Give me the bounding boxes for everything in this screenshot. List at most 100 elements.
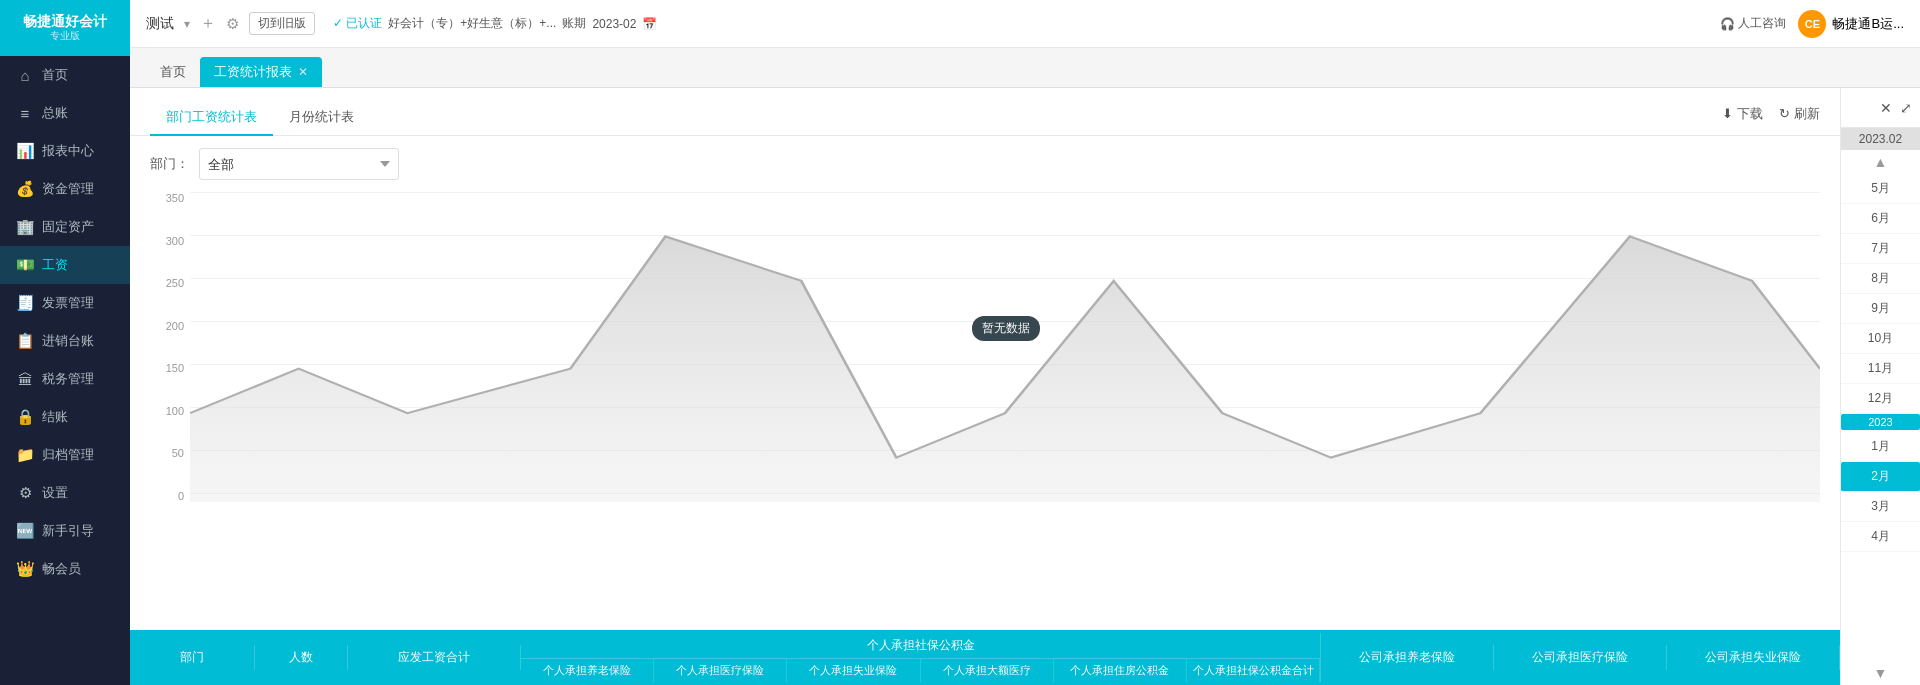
calendar-icon[interactable]: 📅: [642, 17, 657, 31]
help-button[interactable]: 🎧 人工咨询: [1720, 15, 1786, 32]
fixed-assets-icon: 🏢: [16, 218, 34, 236]
right-panel: ✕ ⤢ 2023.02 ▲ 5月 6月 7月: [1840, 88, 1920, 685]
sidebar-item-settings[interactable]: ⚙ 设置: [0, 474, 130, 512]
membership-icon: 👑: [16, 560, 34, 578]
sub-tab-dept-label: 部门工资统计表: [166, 109, 257, 124]
sidebar-item-invoice[interactable]: 🧾 发票管理: [0, 284, 130, 322]
col-company-medical: 公司承担医疗保险: [1494, 645, 1667, 670]
year-2023-label: 2023: [1868, 416, 1892, 428]
closing-icon: 🔒: [16, 408, 34, 426]
sidebar-item-closing[interactable]: 🔒 结账: [0, 398, 130, 436]
download-button[interactable]: ⬇ 下载: [1722, 105, 1763, 123]
sidebar-item-guide[interactable]: 🆕 新手引导: [0, 512, 130, 550]
sub-tabs-left: 部门工资统计表 月份统计表: [150, 100, 370, 135]
group-col-pension: 个人承担养老保险: [521, 659, 654, 682]
period-value: 2023-02: [592, 17, 636, 31]
user-menu[interactable]: CE 畅捷通B运...: [1798, 10, 1904, 38]
sidebar-label-archive: 归档管理: [42, 446, 94, 464]
year-display: 2023.02: [1841, 128, 1920, 150]
sidebar-item-fixed-assets[interactable]: 🏢 固定资产: [0, 208, 130, 246]
sidebar-item-archive[interactable]: 📁 归档管理: [0, 436, 130, 474]
sidebar-item-sales[interactable]: 📋 进销台账: [0, 322, 130, 360]
month-1[interactable]: 1月: [1841, 432, 1920, 462]
month-4[interactable]: 4月: [1841, 522, 1920, 552]
panel-close-icon[interactable]: ✕: [1880, 100, 1892, 116]
nav-up-icon[interactable]: ▲: [1874, 154, 1888, 170]
month-7[interactable]: 7月: [1841, 234, 1920, 264]
sidebar-item-payroll[interactable]: 💵 工资: [0, 246, 130, 284]
month-8[interactable]: 8月: [1841, 264, 1920, 294]
invoice-icon: 🧾: [16, 294, 34, 312]
app-logo: 畅捷通好会计 专业版: [0, 0, 130, 56]
sidebar-item-funds[interactable]: 💰 资金管理: [0, 170, 130, 208]
topbar: 测试 ▾ ＋ ⚙ 切到旧版 ✓ 已认证 好会计（专）+好生意（标）+... 账期…: [130, 0, 1920, 48]
tab-close-icon[interactable]: ✕: [298, 65, 308, 79]
settings-icon: ⚙: [16, 484, 34, 502]
year-value: 2023.02: [1859, 132, 1902, 146]
sidebar-label-sales: 进销台账: [42, 332, 94, 350]
y-label-200: 200: [166, 320, 184, 332]
month-11[interactable]: 11月: [1841, 354, 1920, 384]
refresh-label: 刷新: [1794, 105, 1820, 123]
sidebar-item-tax[interactable]: 🏛 税务管理: [0, 360, 130, 398]
sub-tab-monthly[interactable]: 月份统计表: [273, 100, 370, 136]
period-label: 账期: [562, 15, 586, 32]
sidebar-label-settings: 设置: [42, 484, 68, 502]
logo-text: 畅捷通好会计: [23, 13, 107, 30]
help-label: 人工咨询: [1738, 15, 1786, 32]
dept-filter-select[interactable]: 全部: [199, 148, 399, 180]
col-company-pension: 公司承担养老保险: [1321, 645, 1494, 670]
year-nav-down: ▼: [1841, 661, 1920, 685]
chart-area: 350 300 250 200 150 100 50 0: [130, 192, 1840, 630]
month-6[interactable]: 6月: [1841, 204, 1920, 234]
logo-sub: 专业版: [50, 29, 80, 43]
month-2[interactable]: 2月: [1841, 462, 1920, 492]
panel-expand-icon[interactable]: ⤢: [1900, 100, 1912, 116]
month-10[interactable]: 10月: [1841, 324, 1920, 354]
group-col-major-medical: 个人承担大额医疗: [921, 659, 1054, 682]
month-list: 5月 6月 7月 8月 9月 10月 11月: [1841, 174, 1920, 661]
sidebar-label-home: 首页: [42, 66, 68, 84]
month-3[interactable]: 3月: [1841, 492, 1920, 522]
content-area: 部门工资统计表 月份统计表 ⬇ 下载 ↻ 刷新: [130, 88, 1920, 685]
month-9[interactable]: 9月: [1841, 294, 1920, 324]
sub-tab-dept[interactable]: 部门工资统计表: [150, 100, 273, 136]
col-count-label: 人数: [289, 649, 313, 666]
sub-tab-monthly-label: 月份统计表: [289, 109, 354, 124]
tab-home[interactable]: 首页: [146, 57, 200, 87]
group-col-unemployment: 个人承担失业保险: [787, 659, 920, 682]
sidebar-item-home[interactable]: ⌂ 首页: [0, 56, 130, 94]
group-cols: 个人承担养老保险 个人承担医疗保险 个人承担失业保险 个人承担大额医疗 个人承担: [521, 659, 1321, 682]
dropdown-arrow-icon[interactable]: ▾: [184, 17, 190, 31]
sidebar-label-reports: 报表中心: [42, 142, 94, 160]
add-button[interactable]: ＋: [200, 13, 216, 34]
switch-old-btn[interactable]: 切到旧版: [249, 12, 315, 35]
chart-container: 350 300 250 200 150 100 50 0: [150, 192, 1820, 532]
month-12[interactable]: 12月: [1841, 384, 1920, 414]
gear-icon[interactable]: ⚙: [226, 15, 239, 33]
col-group-personal: 个人承担社保公积金 个人承担养老保险 个人承担医疗保险 个人承担失业保险 个人承…: [521, 633, 1322, 682]
year-2023-badge: 2023: [1841, 414, 1920, 430]
tab-payroll-report[interactable]: 工资统计报表 ✕: [200, 57, 322, 87]
tabbar: 首页 工资统计报表 ✕: [130, 48, 1920, 88]
month-5[interactable]: 5月: [1841, 174, 1920, 204]
sidebar: 畅捷通好会计 专业版 ⌂ 首页 ≡ 总账 📊 报表中心 💰 资金管理 🏢 固定资…: [0, 0, 130, 685]
dept-filter-label: 部门：: [150, 155, 189, 173]
sidebar-item-general-ledger[interactable]: ≡ 总账: [0, 94, 130, 132]
year-2023-section: 2023: [1841, 414, 1920, 430]
funds-icon: 💰: [16, 180, 34, 198]
reports-icon: 📊: [16, 142, 34, 160]
y-label-350: 350: [166, 192, 184, 204]
topbar-right: 🎧 人工咨询 CE 畅捷通B运...: [1720, 10, 1904, 38]
topbar-tags: 好会计（专）+好生意（标）+...: [388, 15, 556, 32]
sidebar-item-membership[interactable]: 👑 畅会员: [0, 550, 130, 588]
y-label-50: 50: [172, 447, 184, 459]
table-header: 部门 人数 应发工资合计 个人承担社保公积金 个人承担养老保险 个人承担医: [130, 630, 1840, 685]
group-col-housing: 个人承担住房公积金: [1054, 659, 1187, 682]
nav-down-icon[interactable]: ▼: [1874, 665, 1888, 681]
topbar-title: 测试: [146, 15, 174, 33]
guide-icon: 🆕: [16, 522, 34, 540]
refresh-button[interactable]: ↻ 刷新: [1779, 105, 1820, 123]
sidebar-label-fixed-assets: 固定资产: [42, 218, 94, 236]
sidebar-item-reports[interactable]: 📊 报表中心: [0, 132, 130, 170]
